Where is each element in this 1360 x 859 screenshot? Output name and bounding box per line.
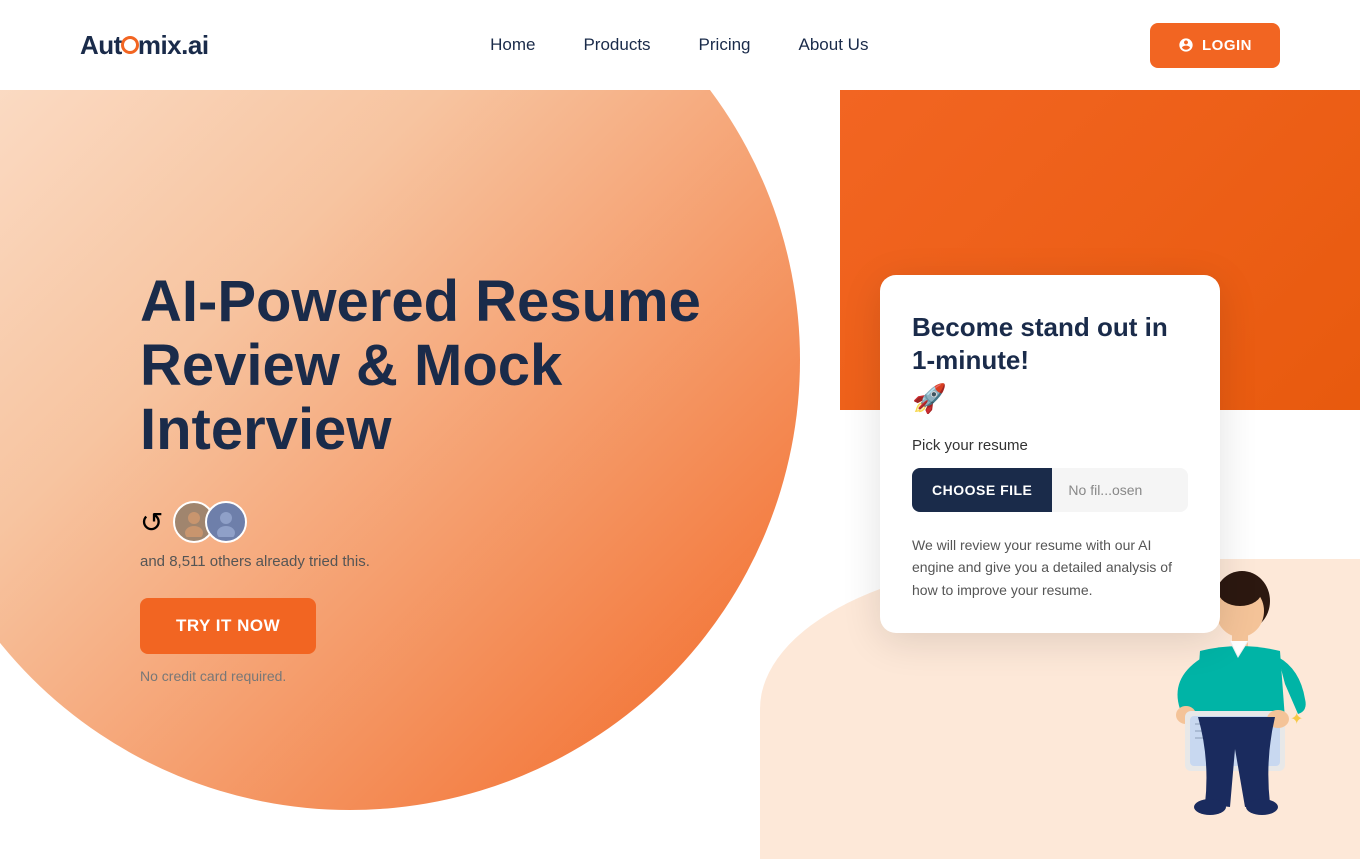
login-icon [1178,37,1194,53]
nav-item-about[interactable]: About Us [799,35,869,55]
users-count-text: and 8,511 others already tried this. [140,553,740,570]
avatar-group [173,501,247,543]
hero-title: AI-Powered Resume Review & Mock Intervie… [140,270,740,461]
nav-item-pricing[interactable]: Pricing [699,35,751,55]
rocket-icon: 🚀 [912,382,1188,415]
logo-o-icon [121,36,139,54]
pick-resume-label: Pick your resume [912,437,1188,454]
nav-link-pricing[interactable]: Pricing [699,35,751,54]
avatar-2 [205,501,247,543]
resume-card: Become stand out in 1-minute! 🚀 Pick you… [880,275,1220,633]
nav-item-products[interactable]: Products [583,35,650,55]
logo[interactable]: Autmix.ai [80,30,209,61]
nav-item-home[interactable]: Home [490,35,535,55]
nav-link-home[interactable]: Home [490,35,535,54]
svg-text:✦: ✦ [1290,711,1303,728]
file-input-row: CHOOSE FILE No fil...osen [912,468,1188,512]
user-avatars: ↺ [140,501,740,543]
nav-link-about[interactable]: About Us [799,35,869,54]
file-name-display: No fil...osen [1052,468,1188,512]
card-title: Become stand out in 1-minute! [912,311,1188,376]
nav-links: Home Products Pricing About Us [490,35,868,55]
choose-file-button[interactable]: CHOOSE FILE [912,468,1052,512]
try-it-now-button[interactable]: TRY IT NOW [140,598,316,654]
no-credit-text: No credit card required. [140,668,286,684]
navbar: Autmix.ai Home Products Pricing About Us… [0,0,1360,90]
swirl-icon: ↺ [140,506,163,539]
hero-section: AI-Powered Resume Review & Mock Intervie… [0,90,1360,859]
login-button[interactable]: LOGIN [1150,23,1280,68]
nav-link-products[interactable]: Products [583,35,650,54]
hero-content: AI-Powered Resume Review & Mock Intervie… [140,270,740,686]
card-description: We will review your resume with our AI e… [912,534,1188,601]
